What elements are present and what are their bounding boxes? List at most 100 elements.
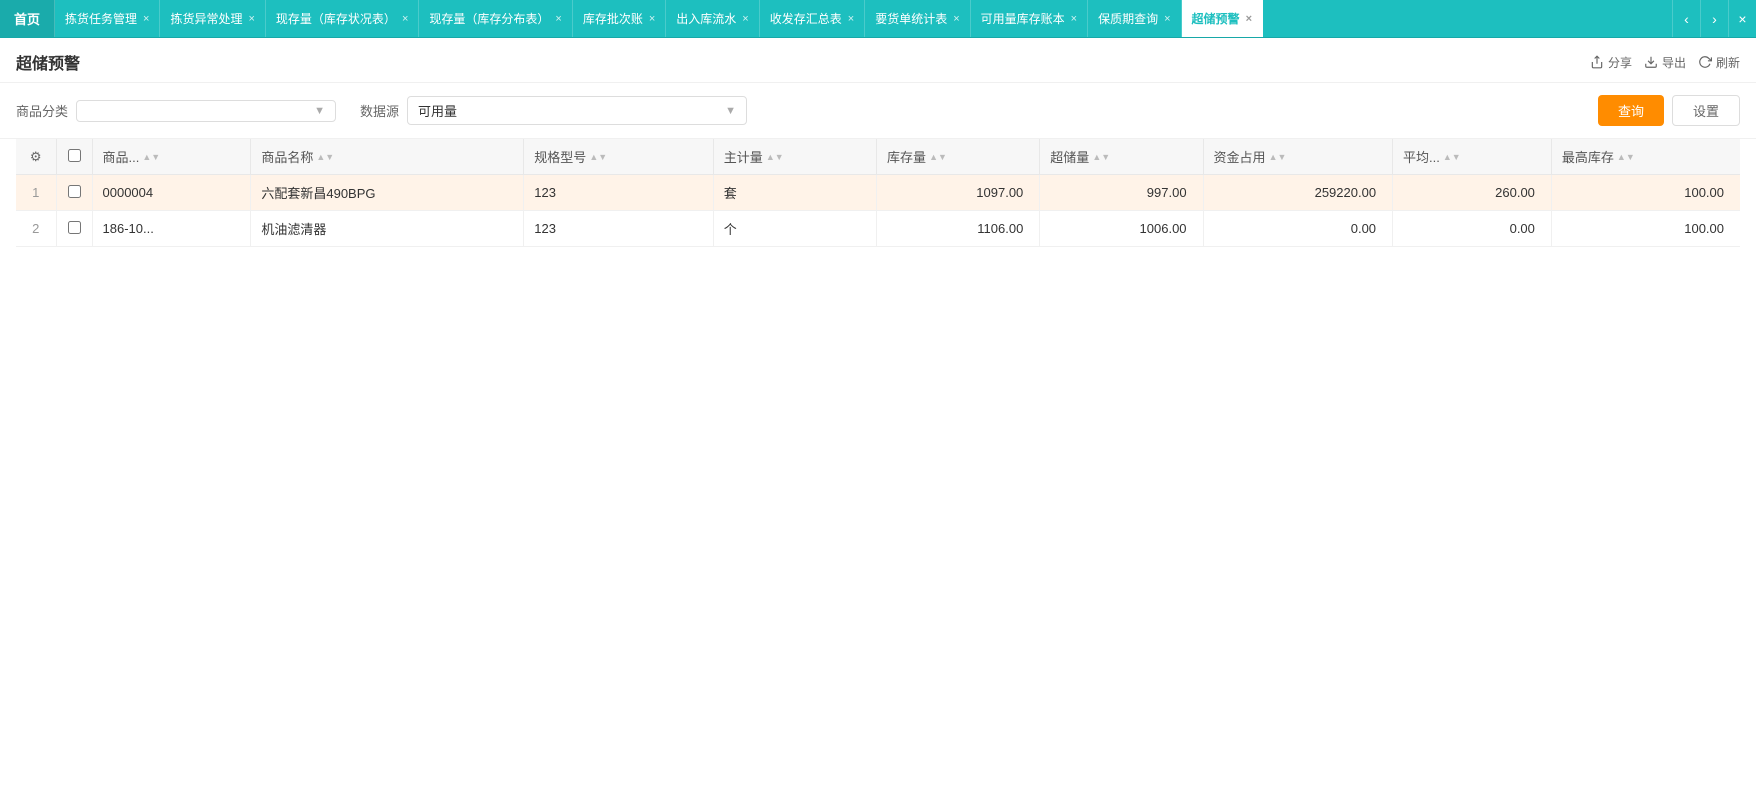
cell-stock-2: 1106.00: [877, 211, 1040, 247]
cell-product-name-2: 机油滤清器: [251, 211, 524, 247]
table-container: ⚙ 商品... ▲▼ 商品名称 ▲▼: [0, 139, 1756, 247]
select-all-checkbox[interactable]: [68, 149, 81, 162]
sort-unit-icon: ▲▼: [766, 152, 784, 162]
nav-arrows: ‹ › ×: [1672, 0, 1756, 37]
th-spec[interactable]: 规格型号 ▲▼: [524, 139, 714, 175]
nav-tab-1[interactable]: 拣货任务管理 ×: [55, 0, 160, 37]
header-actions: 分享 导出 刷新: [1590, 54, 1740, 71]
sort-max-stock-icon: ▲▼: [1617, 152, 1635, 162]
page-header: 超储预警 分享 导出 刷新: [0, 38, 1756, 83]
filter-row: 商品分类 ▼ 数据源 可用量 ▼ 查询 设置: [0, 83, 1756, 139]
sort-stock-icon: ▲▼: [929, 152, 947, 162]
cell-overstock-1: 997.00: [1040, 175, 1203, 211]
th-capital[interactable]: 资金占用 ▲▼: [1203, 139, 1393, 175]
close-tab-6-icon[interactable]: ×: [742, 13, 748, 25]
datasource-select[interactable]: 可用量 ▼: [407, 96, 747, 125]
sort-avg-icon: ▲▼: [1443, 152, 1461, 162]
nav-arrow-right[interactable]: ›: [1700, 0, 1728, 37]
page-container: 超储预警 分享 导出 刷新 商品分类 ▼ 数据源: [0, 38, 1756, 800]
table-header: ⚙ 商品... ▲▼ 商品名称 ▲▼: [16, 139, 1740, 175]
th-stock[interactable]: 库存量 ▲▼: [877, 139, 1040, 175]
row-num-2: 2: [16, 211, 56, 247]
sort-overstock-icon: ▲▼: [1092, 152, 1110, 162]
nav-arrow-close[interactable]: ×: [1728, 0, 1756, 37]
th-max-stock[interactable]: 最高库存 ▲▼: [1551, 139, 1740, 175]
cell-spec-2: 123: [524, 211, 714, 247]
close-tab-3-icon[interactable]: ×: [402, 13, 408, 25]
cell-spec-1: 123: [524, 175, 714, 211]
th-checkbox[interactable]: [56, 139, 92, 175]
datasource-value: 可用量: [418, 101, 457, 120]
close-tab-11-icon[interactable]: ×: [1246, 13, 1252, 25]
cell-avg-1: 260.00: [1393, 175, 1552, 211]
datasource-label: 数据源: [360, 101, 399, 120]
nav-tab-4[interactable]: 现存量（库存分布表） ×: [419, 0, 572, 37]
nav-tab-10[interactable]: 保质期查询 ×: [1088, 0, 1181, 37]
export-button[interactable]: 导出: [1644, 54, 1686, 71]
main-table: ⚙ 商品... ▲▼ 商品名称 ▲▼: [16, 139, 1740, 247]
cell-product-name-1: 六配套新昌490BPG: [251, 175, 524, 211]
nav-tab-2[interactable]: 拣货异常处理 ×: [160, 0, 265, 37]
category-filter: 商品分类 ▼: [16, 100, 336, 122]
category-label: 商品分类: [16, 101, 68, 120]
th-settings[interactable]: ⚙: [16, 139, 56, 175]
cell-capital-2: 0.00: [1203, 211, 1393, 247]
category-select[interactable]: ▼: [76, 100, 336, 122]
export-icon: [1644, 55, 1658, 69]
table-row: 2 186-10... 机油滤清器 123 个 1106.00 1006.00 …: [16, 211, 1740, 247]
th-unit[interactable]: 主计量 ▲▼: [713, 139, 876, 175]
nav-tab-5[interactable]: 库存批次账 ×: [573, 0, 666, 37]
sort-product-name-icon: ▲▼: [316, 152, 334, 162]
cell-max-stock-2: 100.00: [1551, 211, 1740, 247]
th-product-name[interactable]: 商品名称 ▲▼: [251, 139, 524, 175]
settings-gear-icon[interactable]: ⚙: [30, 149, 42, 164]
share-button[interactable]: 分享: [1590, 54, 1632, 71]
row-checkbox-1[interactable]: [56, 175, 92, 211]
close-tab-7-icon[interactable]: ×: [848, 13, 854, 25]
th-avg[interactable]: 平均... ▲▼: [1393, 139, 1552, 175]
refresh-icon: [1698, 55, 1712, 69]
close-tab-2-icon[interactable]: ×: [248, 13, 254, 25]
cell-product-code-2: 186-10...: [92, 211, 251, 247]
top-navigation: 首页 拣货任务管理 × 拣货异常处理 × 现存量（库存状况表） × 现存量（库存…: [0, 0, 1756, 38]
settings-button[interactable]: 设置: [1672, 95, 1740, 126]
datasource-dropdown-icon: ▼: [725, 105, 736, 117]
nav-home[interactable]: 首页: [0, 0, 55, 37]
cell-avg-2: 0.00: [1393, 211, 1552, 247]
nav-tab-7[interactable]: 收发存汇总表 ×: [760, 0, 865, 37]
refresh-button[interactable]: 刷新: [1698, 54, 1740, 71]
cell-unit-1: 套: [713, 175, 876, 211]
query-button[interactable]: 查询: [1598, 95, 1664, 126]
row-num-1: 1: [16, 175, 56, 211]
datasource-filter: 数据源 可用量 ▼: [360, 96, 747, 125]
close-tab-5-icon[interactable]: ×: [649, 13, 655, 25]
sort-spec-icon: ▲▼: [589, 152, 607, 162]
nav-tab-6[interactable]: 出入库流水 ×: [666, 0, 759, 37]
cell-overstock-2: 1006.00: [1040, 211, 1203, 247]
close-tab-9-icon[interactable]: ×: [1071, 13, 1077, 25]
close-tab-10-icon[interactable]: ×: [1164, 13, 1170, 25]
th-product-code[interactable]: 商品... ▲▼: [92, 139, 251, 175]
row-checkbox-2[interactable]: [56, 211, 92, 247]
th-overstock[interactable]: 超储量 ▲▼: [1040, 139, 1203, 175]
nav-tab-8[interactable]: 要货单统计表 ×: [865, 0, 970, 37]
sort-product-code-icon: ▲▼: [142, 152, 160, 162]
category-dropdown-icon: ▼: [314, 105, 325, 117]
page-title: 超储预警: [16, 50, 80, 74]
cell-stock-1: 1097.00: [877, 175, 1040, 211]
close-tab-1-icon[interactable]: ×: [143, 13, 149, 25]
share-icon: [1590, 55, 1604, 69]
close-tab-8-icon[interactable]: ×: [953, 13, 959, 25]
nav-tab-9[interactable]: 可用量库存账本 ×: [971, 0, 1088, 37]
sort-capital-icon: ▲▼: [1269, 152, 1287, 162]
cell-unit-2: 个: [713, 211, 876, 247]
nav-arrow-left[interactable]: ‹: [1672, 0, 1700, 37]
table-body: 1 0000004 六配套新昌490BPG 123 套 1097.00 997.…: [16, 175, 1740, 247]
close-tab-4-icon[interactable]: ×: [555, 13, 561, 25]
nav-tab-11[interactable]: 超储预警 ×: [1182, 0, 1263, 37]
nav-tab-3[interactable]: 现存量（库存状况表） ×: [266, 0, 419, 37]
cell-product-code-1: 0000004: [92, 175, 251, 211]
cell-capital-1: 259220.00: [1203, 175, 1393, 211]
cell-max-stock-1: 100.00: [1551, 175, 1740, 211]
table-row: 1 0000004 六配套新昌490BPG 123 套 1097.00 997.…: [16, 175, 1740, 211]
